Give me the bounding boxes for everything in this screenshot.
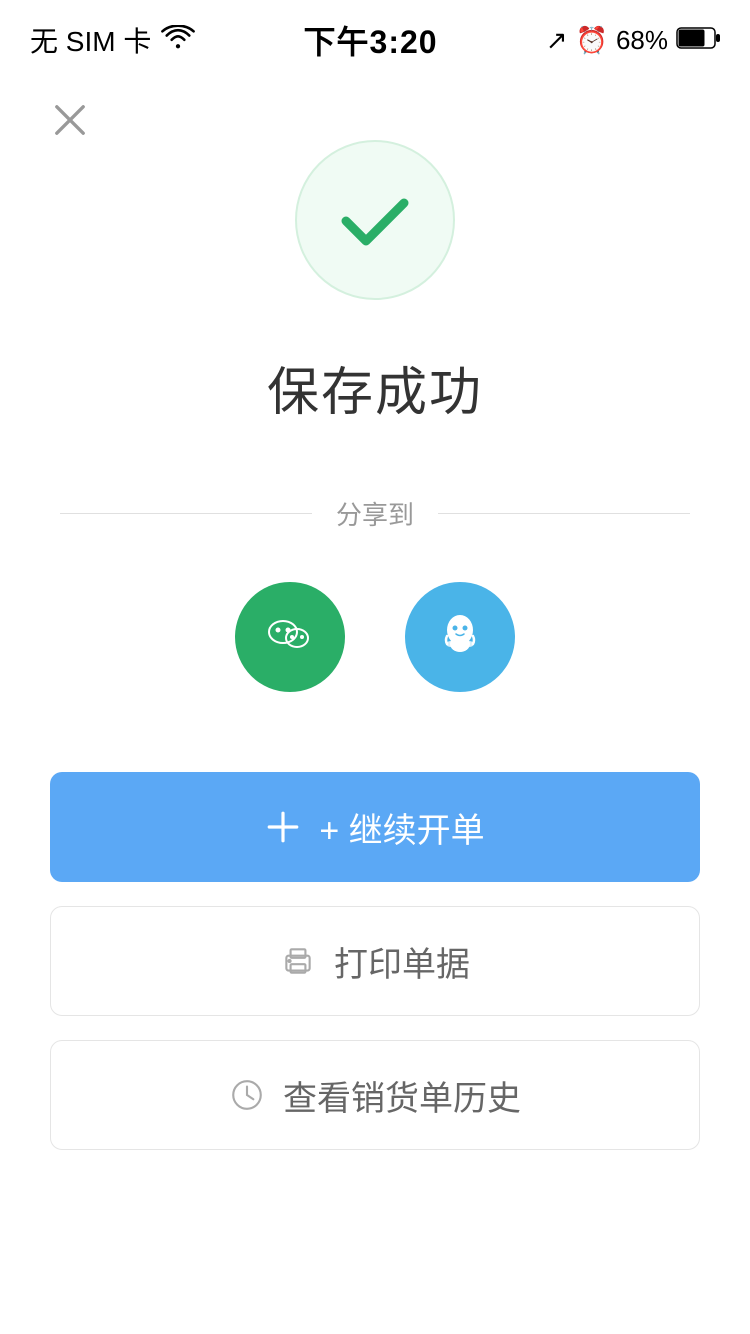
location-icon: ↗ [546,25,568,56]
wechat-share-button[interactable] [235,582,345,692]
success-icon-wrapper [295,140,455,300]
wechat-icon [259,606,321,668]
wifi-icon [161,24,195,56]
qq-icon [429,606,491,668]
history-icon [229,1077,265,1113]
divider-line-right [438,513,690,514]
success-title: 保存成功 [267,350,483,425]
battery-icon [676,25,720,56]
share-icons [235,582,515,692]
print-button[interactable]: 打印单据 [50,906,700,1016]
main-content: 保存成功 分享到 [0,80,750,1150]
print-label: 打印单据 [334,937,470,986]
continue-label: + 继续开单 [319,803,484,852]
share-label: 分享到 [312,495,438,532]
print-icon [280,943,316,979]
history-label: 查看销货单历史 [283,1071,521,1120]
history-button[interactable]: 查看销货单历史 [50,1040,700,1150]
continue-button[interactable]: + 继续开单 [50,772,700,882]
status-time: 下午3:20 [304,17,438,63]
share-divider: 分享到 [0,495,750,532]
carrier-text: 无 SIM 卡 [30,20,151,60]
qq-share-button[interactable] [405,582,515,692]
close-button[interactable] [40,90,100,150]
divider-line-left [60,513,312,514]
status-right: ↗ ⏰ 68% [546,25,720,56]
battery-text: 68% [616,25,668,56]
status-bar: 无 SIM 卡 下午3:20 ↗ ⏰ 68% [0,0,750,80]
status-left: 无 SIM 卡 [30,20,195,60]
checkmark-icon [330,175,420,265]
plus-icon [265,809,301,845]
alarm-icon: ⏰ [576,25,608,56]
action-buttons: + 继续开单 打印单据 查看销货单历史 [0,772,750,1150]
